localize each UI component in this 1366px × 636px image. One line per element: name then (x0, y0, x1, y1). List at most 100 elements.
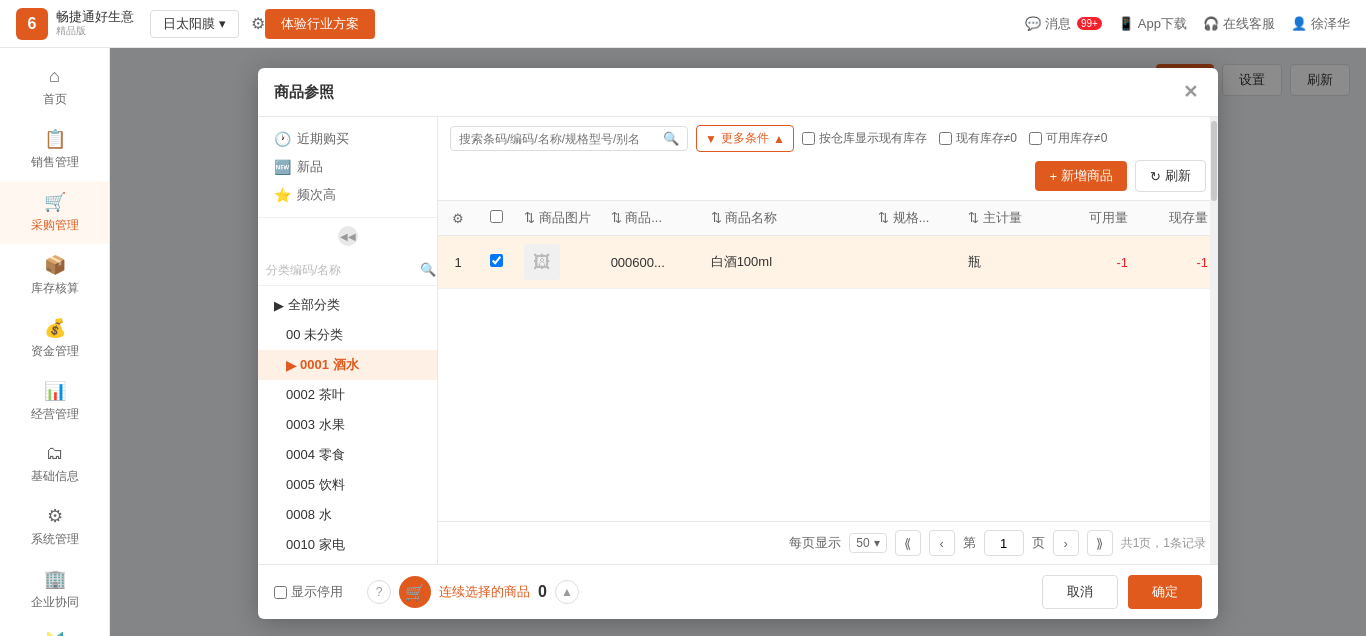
user-avatar[interactable]: 👤 徐泽华 (1291, 15, 1350, 33)
vertical-scrollbar[interactable] (1210, 117, 1218, 564)
logo-icon: 6 (16, 8, 48, 40)
nav-dropdown[interactable]: 日太阳膜 ▾ (150, 10, 239, 38)
logo-area: 6 畅捷通好生意 精品版 (16, 8, 134, 40)
category-search-icon[interactable]: 🔍 (420, 262, 436, 277)
sidebar-item-operation[interactable]: 📊 经营管理 (0, 370, 109, 433)
prev-page-button[interactable]: ‹ (929, 530, 955, 556)
page-unit: 页 (1032, 534, 1045, 552)
per-page-select[interactable]: 50 ▾ (849, 533, 886, 553)
cat-item-0002[interactable]: 0002 茶叶 (258, 380, 437, 410)
cat-item-0008[interactable]: 0008 水 (258, 500, 437, 530)
cat-item-0004[interactable]: 0004 零食 (258, 440, 437, 470)
category-list: ▶ 全部分类 00 未分类 ▶ 0001 酒水 0002 茶 (258, 286, 437, 564)
product-search-input[interactable] (459, 132, 659, 146)
sidebar-item-system-label: 系统管理 (31, 531, 79, 548)
col-avail-header: 可用量 (1038, 201, 1138, 236)
col-spec-label: 规格... (893, 210, 930, 225)
checkbox-stock[interactable]: 现有库存≠0 (939, 130, 1017, 147)
cancel-button[interactable]: 取消 (1042, 575, 1118, 609)
confirm-button[interactable]: 确定 (1128, 575, 1202, 609)
modal-close-button[interactable]: ✕ (1178, 80, 1202, 104)
col-checkbox (478, 201, 514, 236)
settings-icon[interactable]: ⚙ (452, 211, 464, 226)
home-icon: ⌂ (49, 66, 60, 87)
cart-count: 0 (538, 583, 547, 601)
gear-icon[interactable]: ⚙ (251, 14, 265, 33)
warehouse-checkbox[interactable] (802, 132, 815, 145)
table-row[interactable]: 1 🖼 (438, 236, 1218, 289)
app-download-item[interactable]: 📱 App下载 (1118, 15, 1187, 33)
more-filter-button[interactable]: ▼ 更多条件 ▲ (696, 125, 794, 152)
select-all-checkbox[interactable] (490, 210, 503, 223)
chevron-down-icon: ▾ (219, 16, 226, 31)
cat-item-0001[interactable]: ▶ 0001 酒水 (258, 350, 437, 380)
checkbox-available[interactable]: 可用库存≠0 (1029, 130, 1107, 147)
sort-icon: ⇅ (878, 210, 889, 225)
show-disabled-input[interactable] (274, 586, 287, 599)
collapse-panel-button[interactable]: ◀◀ (338, 226, 358, 246)
sort-icon: ⇅ (711, 210, 722, 225)
collapse-cart-button[interactable]: ▲ (555, 580, 579, 604)
username-label: 徐泽华 (1311, 15, 1350, 33)
experience-btn[interactable]: 体验行业方案 (265, 9, 375, 39)
quick-recent[interactable]: 🕐 近期购买 (266, 125, 429, 153)
page-number-input[interactable] (984, 530, 1024, 556)
refresh-product-button[interactable]: ↻ 刷新 (1135, 160, 1206, 192)
new-btn-label: 新增商品 (1061, 167, 1113, 185)
messages-item[interactable]: 💬 消息 99+ (1025, 15, 1102, 33)
messages-badge: 99+ (1077, 17, 1102, 30)
new-product-button[interactable]: + 新增商品 (1035, 161, 1127, 191)
sidebar-item-enterprise[interactable]: 🏢 企业协同 (0, 558, 109, 621)
category-search-input[interactable] (266, 263, 416, 277)
cat-item-all[interactable]: ▶ 全部分类 (258, 290, 437, 320)
quick-recent-label: 近期购买 (297, 130, 349, 148)
cat-0004-label: 0004 零食 (286, 446, 345, 464)
quick-freq[interactable]: ⭐ 频次高 (266, 181, 429, 209)
help-icon[interactable]: ? (367, 580, 391, 604)
sidebar-item-home[interactable]: ⌂ 首页 (0, 56, 109, 118)
cat-item-0005[interactable]: 0005 饮料 (258, 470, 437, 500)
sidebar-item-finance[interactable]: 💰 资金管理 (0, 307, 109, 370)
online-service-item[interactable]: 🎧 在线客服 (1203, 15, 1275, 33)
product-search-icon[interactable]: 🔍 (663, 131, 679, 146)
sidebar-item-sales[interactable]: 📋 销售管理 (0, 118, 109, 181)
brand-name: 畅捷通好生意 (56, 9, 134, 25)
scrollbar-thumb[interactable] (1211, 121, 1217, 201)
cat-item-0010[interactable]: 0010 家电 (258, 530, 437, 560)
enterprise-icon: 🏢 (44, 568, 66, 590)
sort-icon: ⇅ (968, 210, 979, 225)
cart-icon: 🛒 (399, 576, 431, 608)
cat-item-00[interactable]: 00 未分类 (258, 320, 437, 350)
show-disabled-label: 显示停用 (291, 583, 343, 601)
finance-icon: 💰 (44, 317, 66, 339)
sidebar-item-guide[interactable]: 🔰 新手引导 (0, 621, 109, 636)
messages-label: 消息 (1045, 15, 1071, 33)
category-search: 🔍 (258, 254, 437, 286)
product-table: ⚙ ⇅ 商品图片 (438, 201, 1218, 289)
sidebar-item-system[interactable]: ⚙ 系统管理 (0, 495, 109, 558)
col-avail-label: 可用量 (1089, 210, 1128, 225)
stock-checkbox[interactable] (939, 132, 952, 145)
show-disabled-checkbox[interactable]: 显示停用 (274, 583, 343, 601)
sidebar-item-basic-label: 基础信息 (31, 468, 79, 485)
sidebar-item-inventory[interactable]: 📦 库存核算 (0, 244, 109, 307)
last-page-button[interactable]: ⟫ (1087, 530, 1113, 556)
product-reference-modal: 商品参照 ✕ 🕐 近期购买 🆕 (258, 68, 1218, 619)
sidebar-item-basic[interactable]: 🗂 基础信息 (0, 433, 109, 495)
inventory-icon: 📦 (44, 254, 66, 276)
modal-overlay: 商品参照 ✕ 🕐 近期购买 🆕 (110, 48, 1366, 636)
col-spec-header: ⇅ 规格... (868, 201, 958, 236)
row-checkbox[interactable] (490, 254, 503, 267)
first-page-button[interactable]: ⟪ (895, 530, 921, 556)
checkbox-available-label: 可用库存≠0 (1046, 130, 1107, 147)
cat-item-0003[interactable]: 0003 水果 (258, 410, 437, 440)
available-checkbox[interactable] (1029, 132, 1042, 145)
quick-new[interactable]: 🆕 新品 (266, 153, 429, 181)
cart-label: 连续选择的商品 (439, 583, 530, 601)
modal-footer: 显示停用 ? 🛒 连续选择的商品 0 ▲ 取消 确定 (258, 564, 1218, 619)
sidebar-item-purchase[interactable]: 🛒 采购管理 (0, 181, 109, 244)
next-page-button[interactable]: › (1053, 530, 1079, 556)
top-nav: 6 畅捷通好生意 精品版 日太阳膜 ▾ ⚙ 体验行业方案 💬 消息 99+ 📱 … (0, 0, 1366, 48)
filter-icon: ▼ (705, 132, 717, 146)
checkbox-warehouse[interactable]: 按仓库显示现有库存 (802, 130, 927, 147)
